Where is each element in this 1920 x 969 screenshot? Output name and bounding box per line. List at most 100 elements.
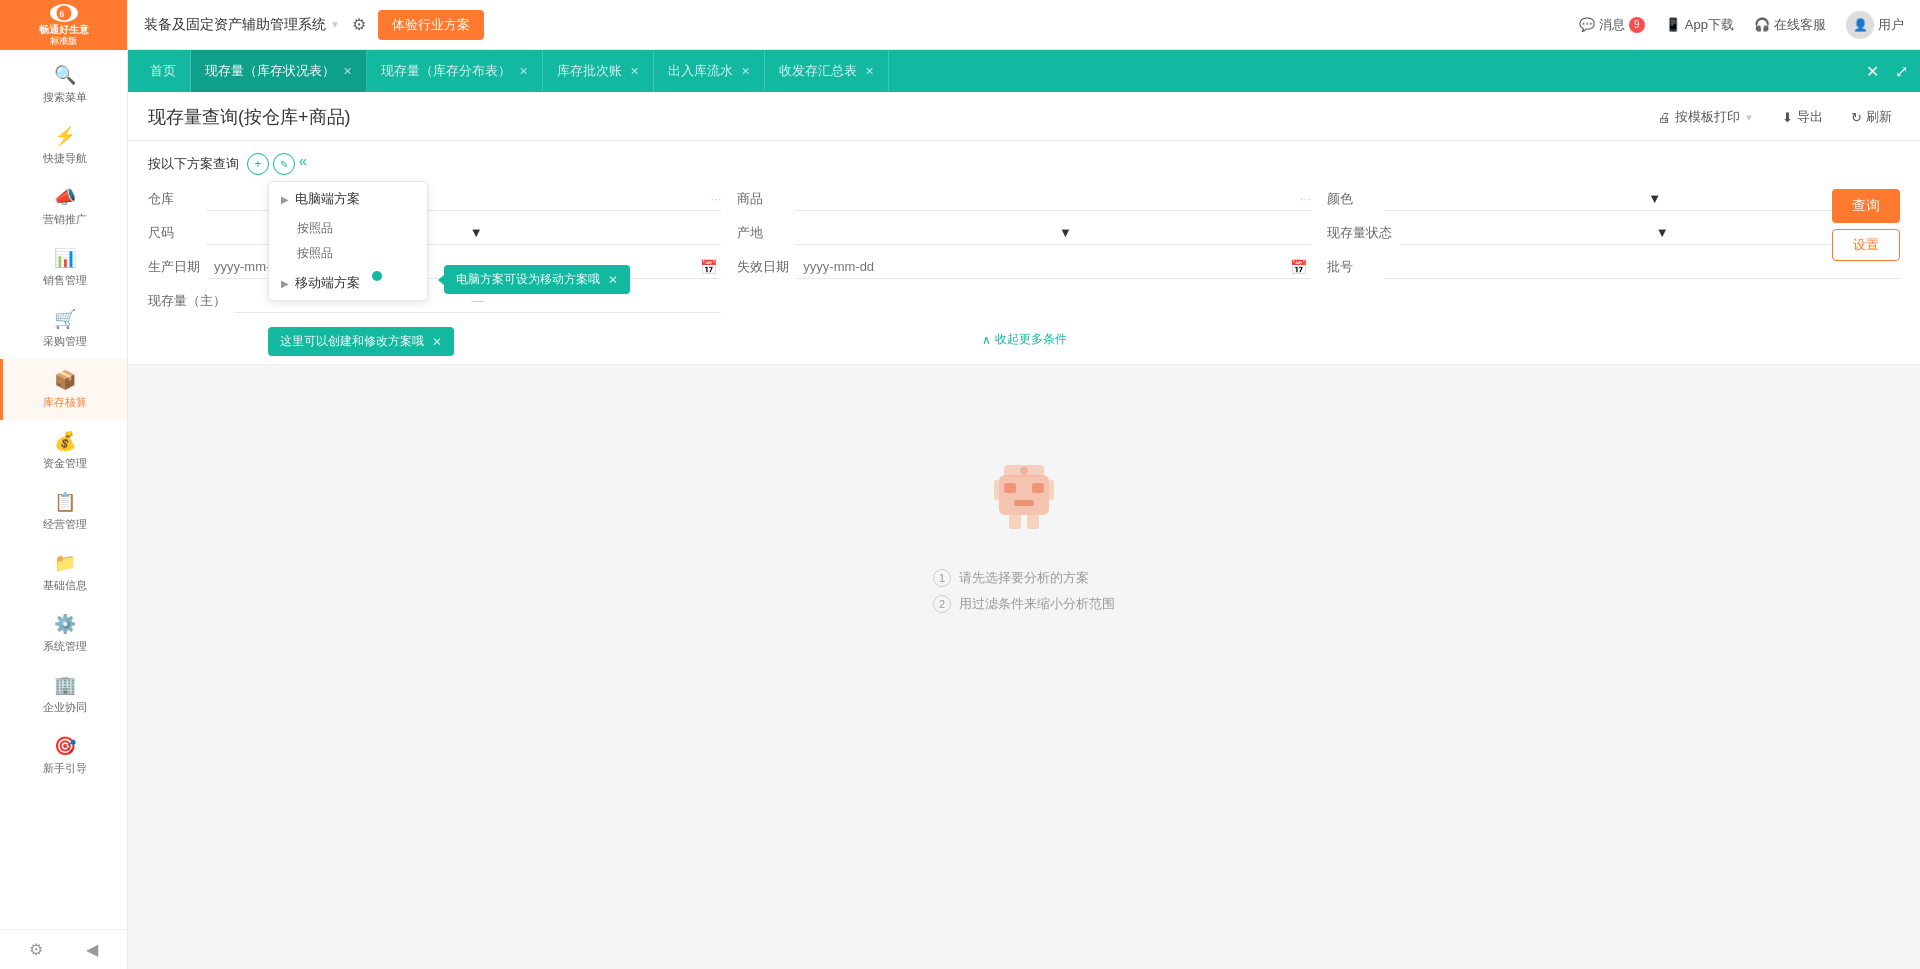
finance-icon: 💰: [54, 430, 76, 452]
sidebar-item-sales[interactable]: 📊 销售管理: [0, 237, 127, 298]
tab-close-icon-4[interactable]: ✕: [741, 65, 750, 78]
sidebar-nav: 🔍 搜索菜单 ⚡ 快捷导航 📣 营销推广 📊 销售管理 🛒 采购管理 📦 库存核…: [0, 50, 127, 929]
field-stock-qty: 现存量（主） —: [148, 289, 721, 313]
page-content: 现存量查询(按仓库+商品) 🖨 按模板打印 ▼ ⬇ 导出 ↻ 刷新: [128, 92, 1920, 969]
sidebar-item-marketing[interactable]: 📣 营销推广: [0, 176, 127, 237]
collapse-sidebar-icon[interactable]: ◀: [86, 940, 98, 959]
sidebar-bottom: ⚙ ◀: [0, 929, 127, 969]
desktop-scheme-sub2[interactable]: 按照品: [269, 241, 427, 266]
user-action[interactable]: 👤 用户: [1846, 11, 1904, 39]
sidebar-item-purchase[interactable]: 🛒 采购管理: [0, 298, 127, 359]
app-download-action[interactable]: 📱 App下载: [1665, 16, 1734, 34]
export-btn[interactable]: ⬇ 导出: [1774, 104, 1831, 130]
warehouse-dots[interactable]: ···: [710, 191, 721, 206]
page-title-row: 现存量查询(按仓库+商品) 🖨 按模板打印 ▼ ⬇ 导出 ↻ 刷新: [148, 104, 1900, 140]
tab-expand-icon[interactable]: ⤢: [1891, 58, 1912, 85]
tab-inout-flow[interactable]: 出入库流水 ✕: [654, 50, 765, 92]
goods-input[interactable]: [795, 187, 1299, 210]
tab-inventory-dist[interactable]: 现存量（库存分布表） ✕: [367, 50, 543, 92]
sidebar-item-operation[interactable]: 📋 经营管理: [0, 481, 127, 542]
online-support-action[interactable]: 🎧 在线客服: [1754, 16, 1826, 34]
field-expiry-date: 失效日期 📅: [737, 255, 1310, 279]
scheme-tree-mobile[interactable]: ▶ 移动端方案: [269, 266, 427, 300]
experience-btn[interactable]: 体验行业方案: [378, 10, 484, 40]
tab-close-icon-2[interactable]: ✕: [519, 65, 528, 78]
desktop-scheme-sub[interactable]: 按照品: [269, 216, 427, 241]
sidebar: 6 畅通好生意 标准版 🔍 搜索菜单 ⚡ 快捷导航 📣 营销推广 📊 销售管理 …: [0, 0, 128, 969]
goods-dots[interactable]: ···: [1300, 191, 1311, 206]
tab-batch-ledger[interactable]: 库存批次账 ✕: [543, 50, 654, 92]
tooltip-2-close[interactable]: ✕: [432, 335, 442, 349]
collapse-up-icon: ∧: [982, 333, 991, 347]
main-content: 装备及固定资产辅助管理系统 ▼ ⚙ 体验行业方案 💬 消息 9 📱 App下载 …: [128, 0, 1920, 969]
empty-step-1: 1 请先选择要分析的方案: [933, 565, 1115, 591]
goods-input-wrapper[interactable]: ···: [795, 187, 1310, 211]
sidebar-item-newbie[interactable]: 🎯 新手引导: [0, 725, 127, 786]
print-btn[interactable]: 🖨 按模板打印 ▼: [1650, 104, 1762, 130]
phone-icon: 📱: [1665, 17, 1681, 32]
filter-label-row: 按以下方案查询 + ✎ «: [148, 153, 1900, 175]
tab-close-icon-5[interactable]: ✕: [865, 65, 874, 78]
settings-bottom-icon[interactable]: ⚙: [29, 940, 43, 959]
tooltip-1-close[interactable]: ✕: [608, 273, 618, 287]
filter-section: 按以下方案查询 + ✎ « 电脑方案可设为移动方案哦 ✕: [128, 141, 1920, 365]
refresh-label: 刷新: [1866, 108, 1892, 126]
step-1-text: 请先选择要分析的方案: [959, 565, 1089, 591]
origin-select[interactable]: ▼: [795, 221, 1310, 245]
collapse-label: ∧ 收起更多条件: [982, 331, 1067, 348]
field-warehouse: 仓库 ···: [148, 187, 721, 211]
tab-inout-flow-label: 出入库流水: [668, 62, 733, 80]
sidebar-item-company[interactable]: 🏢 企业协同: [0, 664, 127, 725]
quick-icon: ⚡: [54, 125, 76, 147]
reset-btn[interactable]: 设置: [1832, 229, 1900, 261]
expiry-date-wrapper[interactable]: 📅: [797, 255, 1310, 279]
tab-close-icon-3[interactable]: ✕: [630, 65, 639, 78]
user-label: 用户: [1878, 16, 1904, 34]
edit-scheme-btn[interactable]: ✎: [273, 153, 295, 175]
basic-icon: 📁: [54, 552, 76, 574]
svg-text:6: 6: [59, 9, 64, 18]
expiry-date-input[interactable]: [797, 255, 1289, 278]
sidebar-item-inventory[interactable]: 📦 库存核算: [0, 359, 127, 420]
sidebar-item-basic[interactable]: 📁 基础信息: [0, 542, 127, 603]
warehouse-label: 仓库: [148, 190, 198, 208]
add-scheme-btn[interactable]: +: [247, 153, 269, 175]
color-select[interactable]: ▼: [1385, 187, 1900, 211]
tooltip-bubble-1: 电脑方案可设为移动方案哦 ✕: [444, 265, 630, 294]
tab-home-label: 首页: [150, 62, 176, 80]
search-btn[interactable]: 查询: [1832, 189, 1900, 223]
system-title-dropdown[interactable]: 装备及固定资产辅助管理系统 ▼: [144, 16, 340, 34]
tab-receive-summary-label: 收发存汇总表: [779, 62, 857, 80]
tooltip-2-text: 这里可以创建和修改方案哦: [280, 333, 424, 350]
support-icon: 🎧: [1754, 17, 1770, 32]
print-dropdown-icon: ▼: [1744, 112, 1754, 123]
stock-status-select[interactable]: ▼: [1400, 221, 1900, 245]
svg-rect-3: [1004, 483, 1016, 493]
refresh-btn[interactable]: ↻ 刷新: [1843, 104, 1900, 130]
action-buttons: 查询 设置: [1832, 189, 1900, 261]
tab-close-all-icon[interactable]: ✕: [1862, 58, 1883, 85]
sidebar-item-quick[interactable]: ⚡ 快捷导航: [0, 115, 127, 176]
field-stock-status: 现存量状态 ▼: [1327, 221, 1900, 245]
sidebar-item-finance[interactable]: 💰 资金管理: [0, 420, 127, 481]
scheme-tree-desktop[interactable]: ▶ 电脑端方案: [269, 182, 427, 216]
empty-state: 1 请先选择要分析的方案 2 用过滤条件来缩小分析范围: [128, 365, 1920, 697]
search-icon: 🔍: [54, 64, 76, 86]
tab-home[interactable]: 首页: [136, 50, 191, 92]
scheme-arrow-btn[interactable]: «: [299, 153, 307, 175]
tab-receive-summary[interactable]: 收发存汇总表 ✕: [765, 50, 889, 92]
message-action[interactable]: 💬 消息 9: [1579, 16, 1645, 34]
tab-close-icon[interactable]: ✕: [343, 65, 352, 78]
sidebar-item-search[interactable]: 🔍 搜索菜单: [0, 54, 127, 115]
message-icon: 💬: [1579, 17, 1595, 32]
tab-inventory-status[interactable]: 现存量（库存状况表） ✕: [191, 50, 367, 92]
system-icon: ⚙️: [54, 613, 76, 635]
sidebar-item-system[interactable]: ⚙️ 系统管理: [0, 603, 127, 664]
message-label: 消息: [1599, 16, 1625, 34]
settings-icon[interactable]: ⚙: [352, 15, 366, 34]
batch-no-input[interactable]: [1385, 255, 1900, 279]
page-title: 现存量查询(按仓库+商品): [148, 105, 351, 129]
calendar-icon-1: 📅: [700, 259, 721, 275]
tooltip-1-text: 电脑方案可设为移动方案哦: [456, 271, 600, 288]
tab-bar: 首页 现存量（库存状况表） ✕ 现存量（库存分布表） ✕ 库存批次账 ✕ 出入库…: [128, 50, 1920, 92]
